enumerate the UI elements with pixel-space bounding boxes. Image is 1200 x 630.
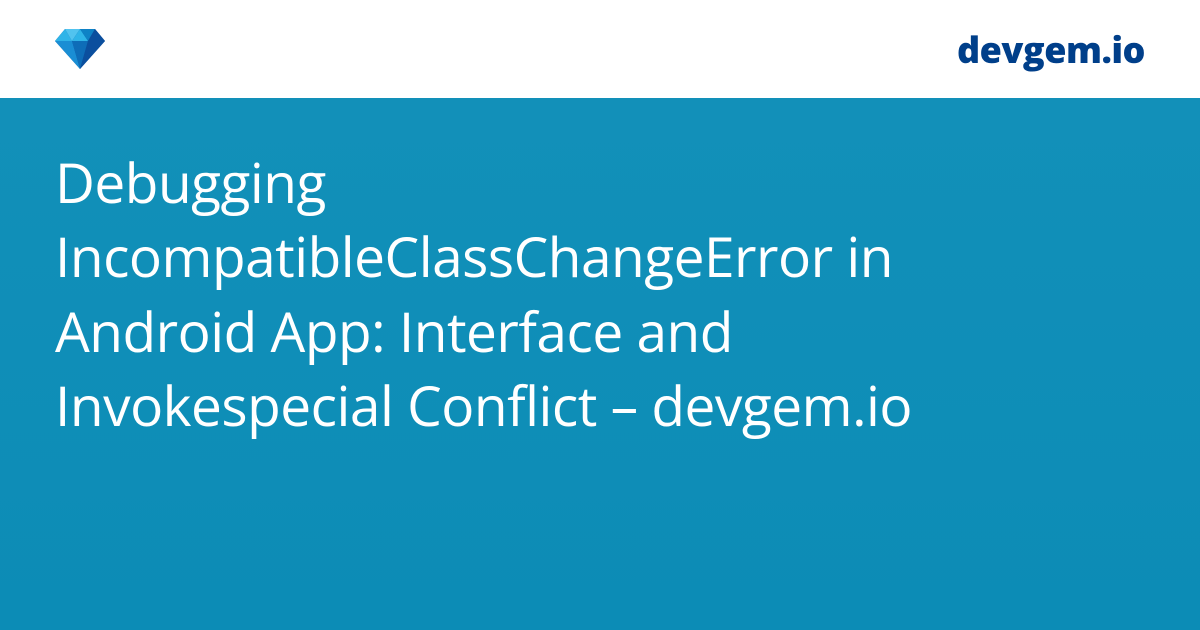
page-title: Debugging IncompatibleClassChangeError i… <box>55 146 955 443</box>
hero-section: Debugging IncompatibleClassChangeError i… <box>0 98 1200 630</box>
gem-logo-icon <box>55 29 105 69</box>
brand-name: devgem.io <box>957 25 1145 74</box>
header: devgem.io <box>0 0 1200 98</box>
